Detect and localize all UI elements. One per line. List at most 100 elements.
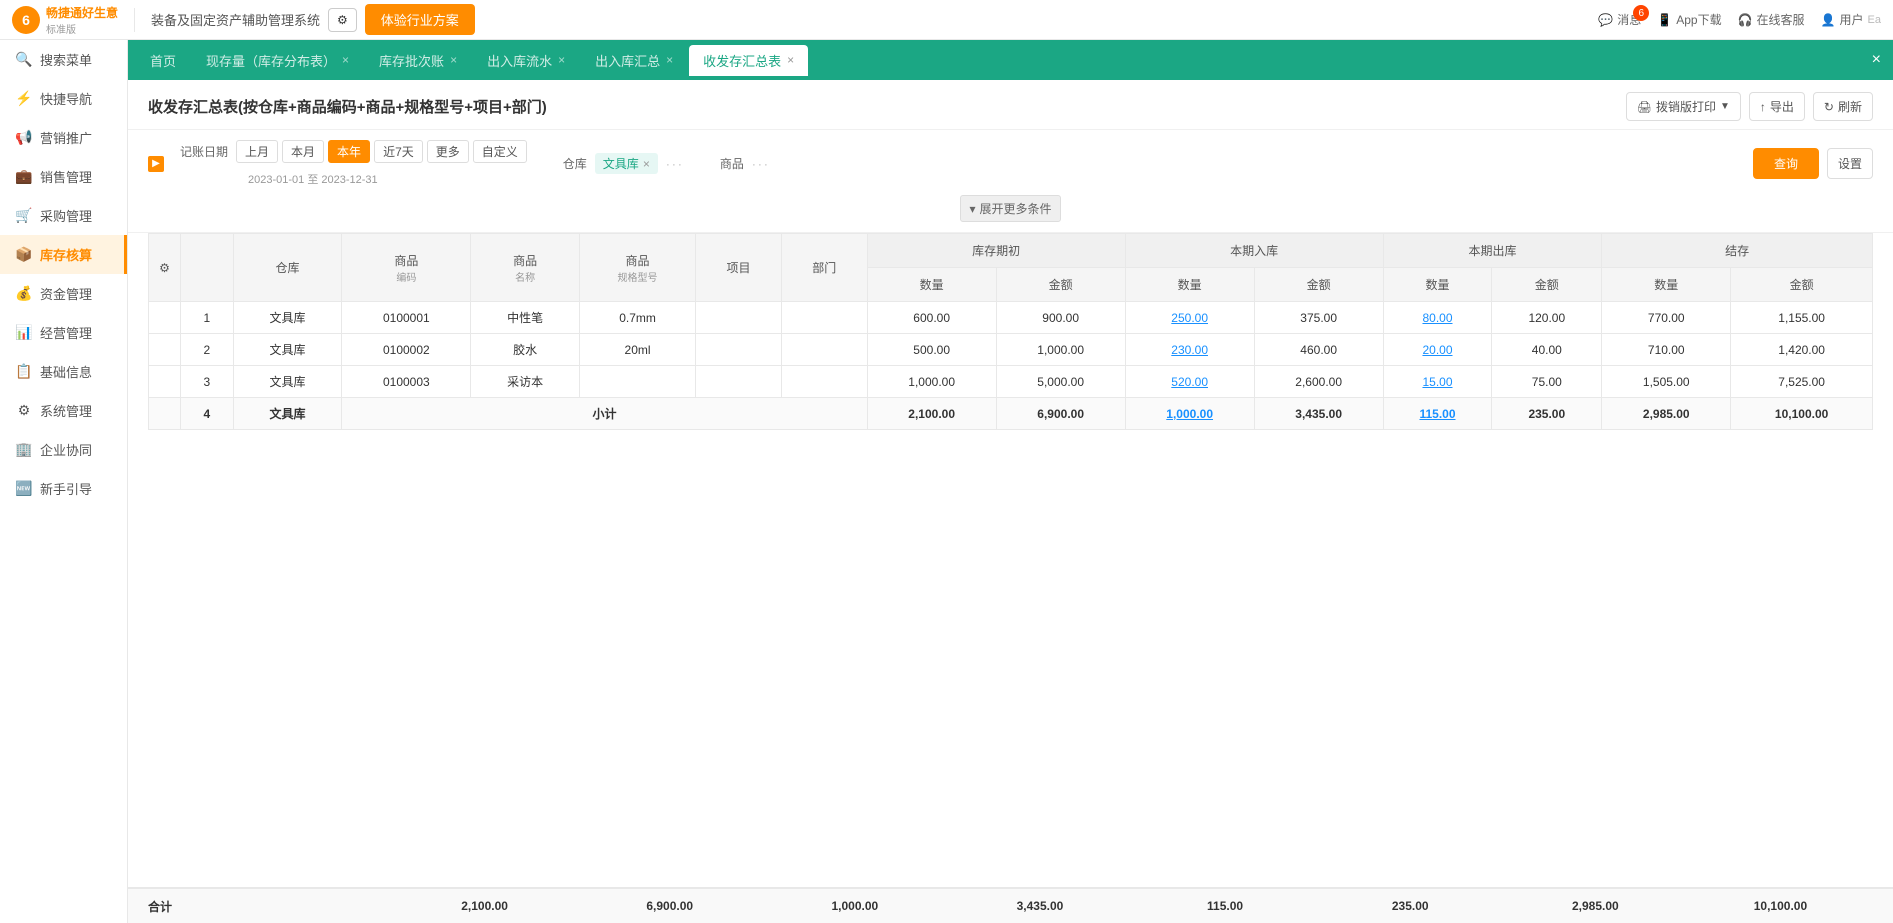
sidebar-item-marketing[interactable]: 📢 营销推广 <box>0 118 127 157</box>
row-open-amount: 1,000.00 <box>996 334 1125 366</box>
tab-in-out-summary-close[interactable]: × <box>666 53 673 67</box>
row-out-amount: 40.00 <box>1492 334 1602 366</box>
date-btn-last-month[interactable]: 上月 <box>236 140 278 163</box>
row-settings[interactable] <box>149 302 181 334</box>
settings-sidebar-button[interactable]: 设置 <box>1827 148 1873 179</box>
row-settings[interactable] <box>149 334 181 366</box>
col-out-amount-header: 金额 <box>1492 268 1602 302</box>
col-goods-name-header: 商品名称 <box>471 234 580 302</box>
tab-in-out-flow-close[interactable]: × <box>558 53 565 67</box>
tab-in-out-flow[interactable]: 出入库流水 × <box>473 45 579 76</box>
user-button[interactable]: 👤 用户 Ea <box>1821 11 1881 28</box>
tab-in-out-flow-label: 出入库流水 <box>487 51 552 70</box>
row-open-qty: 500.00 <box>867 334 996 366</box>
col-settings-header[interactable]: ⚙ <box>149 234 181 302</box>
date-btn-this-year[interactable]: 本年 <box>328 140 370 163</box>
row-in-qty[interactable]: 230.00 <box>1125 334 1254 366</box>
filter-area: ▶ 记账日期 上月 本月 本年 近7天 更多 自定义 <box>128 130 1893 233</box>
brand-name: 畅捷通好生意 <box>46 4 118 21</box>
warehouse-tag-close[interactable]: × <box>643 157 650 171</box>
tab-batch-ledger-close[interactable]: × <box>450 53 457 67</box>
sidebar-item-guide[interactable]: 🆕 新手引导 <box>0 469 127 508</box>
inventory-icon: 📦 <box>16 247 32 263</box>
row-no: 2 <box>181 334 234 366</box>
row-close-qty: 1,505.00 <box>1602 366 1731 398</box>
system-name: 装备及固定资产辅助管理系统 <box>151 10 320 29</box>
table-container: ⚙ 仓库 商品编码 商品名称 商品规格型号 项目 部门 库存期初 本期入库 本 <box>128 233 1893 887</box>
col-open-qty-header: 数量 <box>867 268 996 302</box>
subtotal-out-qty[interactable]: 115.00 <box>1383 398 1492 430</box>
row-out-qty[interactable]: 15.00 <box>1383 366 1492 398</box>
col-closing-header: 结存 <box>1602 234 1873 268</box>
purchase-icon: 🛒 <box>16 208 32 224</box>
sidebar-item-search[interactable]: 🔍 搜索菜单 <box>0 40 127 79</box>
sidebar-item-enterprise[interactable]: 🏢 企业协同 <box>0 430 127 469</box>
print-button[interactable]: 🖨 拨销版打印 ▼ <box>1626 92 1741 121</box>
row-out-qty[interactable]: 80.00 <box>1383 302 1492 334</box>
tab-batch-ledger[interactable]: 库存批次账 × <box>365 45 471 76</box>
row-out-qty[interactable]: 20.00 <box>1383 334 1492 366</box>
expand-more-conditions-button[interactable]: ▾ 展开更多条件 <box>960 195 1060 222</box>
table-row: 2 文具库 0100002 胶水 20ml 500.00 1,000.00 23… <box>149 334 1873 366</box>
row-goods-spec: 0.7mm <box>579 302 695 334</box>
brand-edition: 标准版 <box>46 21 118 36</box>
row-goods-name: 中性笔 <box>471 302 580 334</box>
tab-home[interactable]: 首页 <box>136 45 190 76</box>
system-settings-button[interactable]: ⚙ <box>328 8 357 32</box>
sidebar-item-purchase[interactable]: 🛒 采购管理 <box>0 196 127 235</box>
marketing-icon: 📢 <box>16 130 32 146</box>
row-project <box>696 334 782 366</box>
sidebar-item-operations[interactable]: 📊 经营管理 <box>0 313 127 352</box>
row-settings[interactable] <box>149 366 181 398</box>
sidebar-item-sales[interactable]: 💼 销售管理 <box>0 157 127 196</box>
warehouse-filter-more[interactable]: ··· <box>666 157 684 171</box>
col-in-qty-header: 数量 <box>1125 268 1254 302</box>
tab-inventory-dist-close[interactable]: × <box>342 53 349 67</box>
goods-filter-more[interactable]: ··· <box>752 157 770 171</box>
row-in-qty[interactable]: 250.00 <box>1125 302 1254 334</box>
col-project-header: 项目 <box>696 234 782 302</box>
subtotal-open-amount: 6,900.00 <box>996 398 1125 430</box>
date-btn-more[interactable]: 更多 <box>427 140 469 163</box>
sidebar-item-inventory[interactable]: 📦 库存核算 <box>0 235 127 274</box>
query-button[interactable]: 查询 <box>1753 148 1819 179</box>
subtotal-warehouse: 文具库 <box>233 398 342 430</box>
row-open-amount: 900.00 <box>996 302 1125 334</box>
date-buttons: 上月 本月 本年 近7天 更多 自定义 <box>236 140 527 163</box>
warehouse-filter-tag[interactable]: 文具库 × <box>595 153 658 174</box>
sidebar-item-system[interactable]: ⚙ 系统管理 <box>0 391 127 430</box>
sidebar-item-finance[interactable]: 💰 资金管理 <box>0 274 127 313</box>
message-button[interactable]: 💬 消息 6 <box>1598 11 1641 28</box>
toggle-filter-button[interactable]: ▶ <box>148 156 164 172</box>
subtotal-settings <box>149 398 181 430</box>
tab-in-out-summary[interactable]: 出入库汇总 × <box>581 45 687 76</box>
date-btn-custom[interactable]: 自定义 <box>473 140 527 163</box>
date-btn-this-month[interactable]: 本月 <box>282 140 324 163</box>
subtotal-in-qty[interactable]: 1,000.00 <box>1125 398 1254 430</box>
export-button[interactable]: ↑ 导出 <box>1749 92 1805 121</box>
col-out-header: 本期出库 <box>1383 234 1602 268</box>
row-close-qty: 770.00 <box>1602 302 1731 334</box>
trial-button[interactable]: 体验行业方案 <box>365 4 475 35</box>
row-in-qty[interactable]: 520.00 <box>1125 366 1254 398</box>
row-out-amount: 75.00 <box>1492 366 1602 398</box>
sidebar-item-basicinfo[interactable]: 📋 基础信息 <box>0 352 127 391</box>
tab-recv-send-summary-close[interactable]: × <box>787 53 794 67</box>
tab-bar: 首页 现存量（库存分布表） × 库存批次账 × 出入库流水 × 出入库汇总 × <box>128 40 1893 80</box>
tab-inventory-dist[interactable]: 现存量（库存分布表） × <box>192 45 363 76</box>
warehouse-tag-text: 文具库 <box>603 155 639 172</box>
sidebar-item-quicknav[interactable]: ⚡ 快捷导航 <box>0 79 127 118</box>
date-btn-7days[interactable]: 近7天 <box>374 140 423 163</box>
row-in-amount: 375.00 <box>1254 302 1383 334</box>
tab-recv-send-summary[interactable]: 收发存汇总表 × <box>689 45 808 76</box>
row-dept <box>781 302 867 334</box>
sidebar-label-enterprise: 企业协同 <box>40 440 92 459</box>
tab-home-label: 首页 <box>150 51 176 70</box>
row-goods-code: 0100003 <box>342 366 471 398</box>
app-download-button[interactable]: 📱 App下载 <box>1657 11 1721 28</box>
online-service-button[interactable]: 🎧 在线客服 <box>1738 11 1805 28</box>
close-all-tabs-button[interactable]: × <box>1872 51 1881 69</box>
row-goods-name: 采访本 <box>471 366 580 398</box>
export-icon: ↑ <box>1760 100 1766 114</box>
refresh-button[interactable]: ↻ 刷新 <box>1813 92 1873 121</box>
